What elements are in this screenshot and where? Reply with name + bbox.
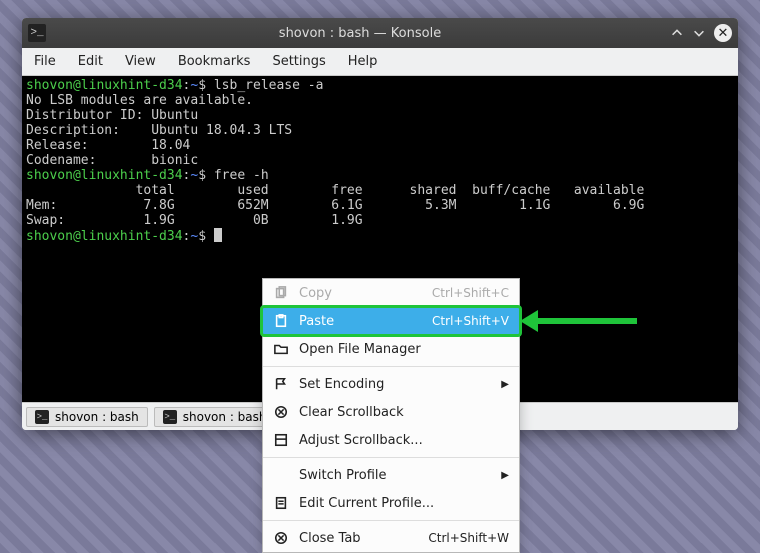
tab-1[interactable]: >_ shovon : bash: [26, 407, 148, 427]
prompt-symbol: $: [198, 78, 206, 93]
window-title: shovon : bash — Konsole: [54, 26, 666, 41]
cmd1: lsb_release -a: [214, 78, 324, 93]
out2-hdr: total used free shared buff/cache availa…: [26, 183, 644, 198]
menubar: File Edit View Bookmarks Settings Help: [22, 48, 738, 76]
flag-icon: [273, 377, 289, 391]
maximize-button[interactable]: [688, 22, 710, 44]
annotation-arrow-head: [520, 310, 538, 332]
menu-view[interactable]: View: [121, 52, 160, 71]
out1-l1: No LSB modules are available.: [26, 93, 253, 108]
ctx-adjust-scrollback[interactable]: Adjust Scrollback...: [263, 426, 519, 454]
close-button[interactable]: ✕: [714, 24, 732, 42]
ctx-clear-scrollback[interactable]: Clear Scrollback: [263, 398, 519, 426]
out2-swap: Swap: 1.9G 0B 1.9G: [26, 213, 363, 228]
titlebar[interactable]: >_ shovon : bash — Konsole ✕: [22, 18, 738, 48]
prompt-symbol: $: [198, 168, 206, 183]
adjust-icon: [273, 433, 289, 447]
ctx-copy: Copy Ctrl+Shift+C: [263, 279, 519, 307]
folder-icon: [273, 342, 289, 356]
menu-file[interactable]: File: [30, 52, 60, 71]
ctx-set-encoding[interactable]: Set Encoding ▶: [263, 370, 519, 398]
cursor: [214, 228, 222, 242]
tab-label: shovon : bash: [183, 410, 267, 424]
separator: [263, 457, 519, 458]
menu-edit[interactable]: Edit: [74, 52, 107, 71]
tab-label: shovon : bash: [55, 410, 139, 424]
out1-l5: Codename: bionic: [26, 153, 198, 168]
tab-2[interactable]: >_ shovon : bash: [154, 407, 276, 427]
document-icon: [273, 496, 289, 510]
cmd2: free -h: [214, 168, 269, 183]
prompt-user: shovon@linuxhint-d34: [26, 78, 183, 93]
annotation-arrow-line: [527, 318, 637, 324]
prompt-symbol: $: [198, 229, 206, 244]
menu-bookmarks[interactable]: Bookmarks: [174, 52, 255, 71]
terminal-icon: >_: [28, 24, 46, 42]
chevron-right-icon: ▶: [501, 470, 509, 481]
out1-l2: Distributor ID: Ubuntu: [26, 108, 198, 123]
copy-icon: [273, 286, 289, 300]
out1-l4: Release: 18.04: [26, 138, 190, 153]
ctx-close-tab[interactable]: Close Tab Ctrl+Shift+W: [263, 524, 519, 552]
prompt-user: shovon@linuxhint-d34: [26, 168, 183, 183]
menu-settings[interactable]: Settings: [268, 52, 329, 71]
minimize-button[interactable]: [666, 22, 688, 44]
out1-l3: Description: Ubuntu 18.04.3 LTS: [26, 123, 292, 138]
chevron-right-icon: ▶: [501, 379, 509, 390]
prompt-user: shovon@linuxhint-d34: [26, 229, 183, 244]
menu-help[interactable]: Help: [344, 52, 382, 71]
separator: [263, 520, 519, 521]
ctx-paste[interactable]: Paste Ctrl+Shift+V: [263, 307, 519, 335]
terminal-icon: >_: [163, 410, 177, 424]
separator: [263, 366, 519, 367]
ctx-edit-profile[interactable]: Edit Current Profile...: [263, 489, 519, 517]
paste-icon: [273, 314, 289, 328]
terminal-icon: >_: [35, 410, 49, 424]
clear-icon: [273, 405, 289, 419]
ctx-switch-profile[interactable]: Switch Profile ▶: [263, 461, 519, 489]
context-menu: Copy Ctrl+Shift+C Paste Ctrl+Shift+V Ope…: [262, 278, 520, 553]
out2-mem: Mem: 7.8G 652M 6.1G 5.3M 1.1G 6.9G: [26, 198, 644, 213]
ctx-open-file-manager[interactable]: Open File Manager: [263, 335, 519, 363]
